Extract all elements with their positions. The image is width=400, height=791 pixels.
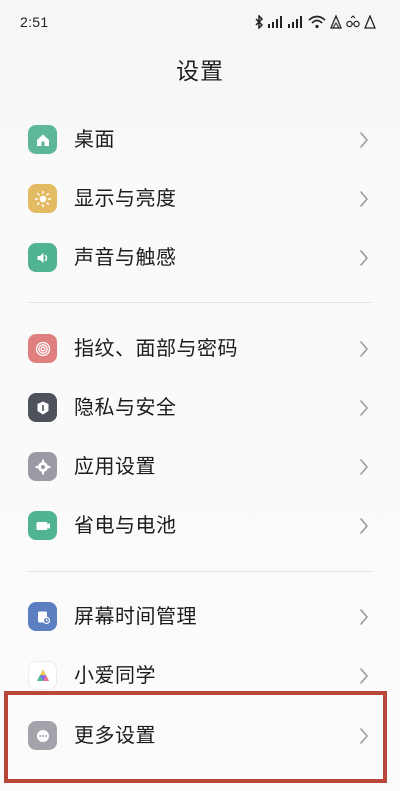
settings-item-battery[interactable]: 省电与电池 xyxy=(0,498,400,557)
signal-icon xyxy=(268,16,284,28)
status-bar: 2:51 xyxy=(0,0,400,44)
shield-icon xyxy=(28,393,57,422)
fingerprint-icon xyxy=(28,334,57,363)
chevron-right-icon xyxy=(360,609,368,625)
mountain-icon xyxy=(364,15,376,29)
speaker-icon xyxy=(28,243,57,272)
chevron-right-icon xyxy=(360,518,368,534)
settings-item-label: 应用设置 xyxy=(74,454,156,478)
signal-icon xyxy=(288,16,304,28)
divider xyxy=(28,302,372,303)
page-title: 设置 xyxy=(176,59,224,85)
battery-icon xyxy=(28,511,57,540)
settings-item-desktop[interactable]: 桌面 xyxy=(0,112,400,171)
mountain-icon xyxy=(330,15,342,29)
highlight-box xyxy=(4,691,387,783)
wifi-icon xyxy=(308,15,326,29)
chevron-right-icon xyxy=(360,459,368,475)
chevron-right-icon xyxy=(360,400,368,416)
bluetooth-icon xyxy=(254,15,264,29)
gear-icon xyxy=(28,452,57,481)
settings-item-fingerprint[interactable]: 指纹、面部与密码 xyxy=(0,321,400,380)
status-icons xyxy=(254,12,376,32)
chevron-right-icon xyxy=(360,668,368,684)
settings-item-sound[interactable]: 声音与触感 xyxy=(0,230,400,289)
chevron-right-icon xyxy=(360,250,368,266)
assistant-icon xyxy=(28,661,57,690)
glasses-icon xyxy=(346,15,360,29)
home-icon xyxy=(28,125,57,154)
settings-item-label: 省电与电池 xyxy=(74,513,177,537)
sun-icon xyxy=(28,184,57,213)
settings-item-label: 屏幕时间管理 xyxy=(74,604,197,628)
settings-item-label: 桌面 xyxy=(74,127,115,151)
settings-item-app-settings[interactable]: 应用设置 xyxy=(0,439,400,498)
chevron-right-icon xyxy=(360,132,368,148)
settings-item-label: 声音与触感 xyxy=(74,245,177,269)
settings-item-label: 隐私与安全 xyxy=(74,395,177,419)
chevron-right-icon xyxy=(360,191,368,207)
settings-item-label: 小爱同学 xyxy=(74,663,156,687)
settings-item-label: 显示与亮度 xyxy=(74,186,177,210)
divider xyxy=(28,571,372,572)
hourglass-icon xyxy=(28,602,57,631)
settings-item-display[interactable]: 显示与亮度 xyxy=(0,171,400,230)
status-time: 2:51 xyxy=(20,14,49,30)
settings-item-privacy[interactable]: 隐私与安全 xyxy=(0,380,400,439)
settings-item-label: 指纹、面部与密码 xyxy=(74,336,238,360)
settings-item-screen-time[interactable]: 屏幕时间管理 xyxy=(0,589,400,648)
chevron-right-icon xyxy=(360,341,368,357)
